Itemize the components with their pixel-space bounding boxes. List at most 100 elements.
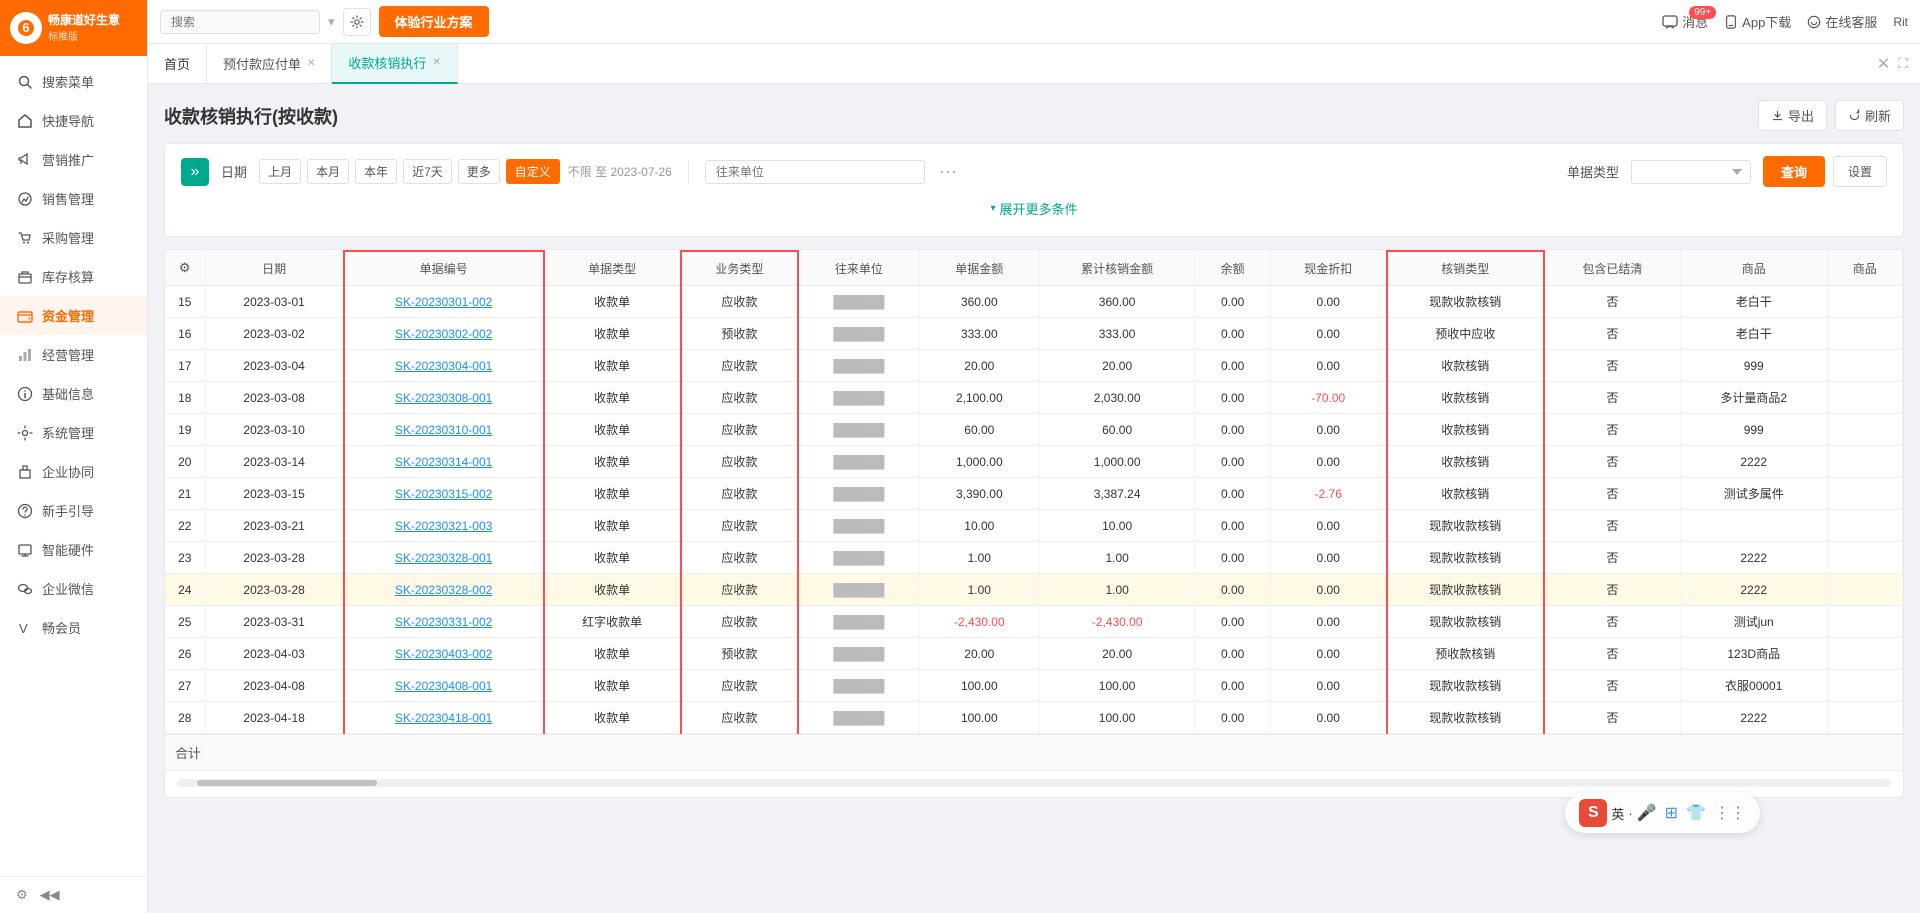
search-input[interactable] bbox=[160, 10, 320, 34]
doc-no-cell[interactable]: SK-20230328-001 bbox=[344, 542, 544, 574]
doc-no-cell[interactable]: SK-20230315-002 bbox=[344, 478, 544, 510]
more-filters-dots[interactable]: ··· bbox=[939, 161, 957, 182]
doc-type-cell: 收款单 bbox=[544, 702, 681, 734]
biz-type-cell: 应收款 bbox=[681, 542, 798, 574]
doc-no-cell[interactable]: SK-20230321-003 bbox=[344, 510, 544, 542]
sidebar-item-marketing[interactable]: 营销推广 bbox=[0, 140, 147, 179]
sidebar-item-member[interactable]: V 畅会员 bbox=[0, 608, 147, 647]
seq-cell: 20 bbox=[165, 446, 205, 478]
verified-cell: 1.00 bbox=[1039, 574, 1195, 606]
th-gear[interactable]: ⚙ bbox=[165, 251, 205, 286]
system-icon bbox=[16, 424, 34, 442]
sidebar-item-wechat[interactable]: 企业微信 bbox=[0, 569, 147, 608]
doc-no-cell[interactable]: SK-20230331-002 bbox=[344, 606, 544, 638]
doc-type-cell: 收款单 bbox=[544, 510, 681, 542]
sidebar-item-enterprise[interactable]: 企业协同 bbox=[0, 452, 147, 491]
seq-cell: 23 bbox=[165, 542, 205, 574]
horizontal-scrollbar[interactable] bbox=[177, 779, 1891, 787]
more-btn[interactable]: 更多 bbox=[458, 159, 500, 184]
sidebar-item-label: 新手引导 bbox=[42, 501, 94, 520]
shirt-icon[interactable]: 👕 bbox=[1686, 803, 1706, 823]
doc-no-cell[interactable]: SK-20230304-001 bbox=[344, 350, 544, 382]
this-month-btn[interactable]: 本月 bbox=[307, 159, 349, 184]
sidebar-item-guide[interactable]: 新手引导 bbox=[0, 491, 147, 530]
filter-toggle-button[interactable]: » bbox=[181, 158, 209, 186]
member-icon: V bbox=[16, 619, 34, 637]
query-button[interactable]: 查询 bbox=[1763, 156, 1825, 187]
doc-no-cell[interactable]: SK-20230308-001 bbox=[344, 382, 544, 414]
this-year-btn[interactable]: 本年 bbox=[355, 159, 397, 184]
type-select[interactable] bbox=[1631, 160, 1751, 184]
last-7days-btn[interactable]: 近7天 bbox=[403, 159, 452, 184]
date-cell: 2023-03-28 bbox=[205, 574, 344, 606]
partner-cell: ██████ bbox=[798, 382, 919, 414]
seq-cell: 18 bbox=[165, 382, 205, 414]
expand-more-filters[interactable]: ▾ 展开更多条件 bbox=[984, 193, 1083, 224]
collapse-icon[interactable]: ◀◀ bbox=[40, 887, 60, 903]
messages-button[interactable]: 消息 99+ bbox=[1662, 12, 1708, 31]
sidebar-item-basic[interactable]: 基础信息 bbox=[0, 374, 147, 413]
balance-cell: 0.00 bbox=[1195, 446, 1270, 478]
product-cell: 测试多属件 bbox=[1680, 478, 1827, 510]
tab-prepay-close[interactable]: ✕ bbox=[307, 58, 315, 69]
service-button[interactable]: 在线客服 bbox=[1807, 12, 1877, 31]
custom-btn[interactable]: 自定义 bbox=[506, 159, 560, 184]
verified-cell: 1,000.00 bbox=[1039, 446, 1195, 478]
grid-icon[interactable]: ⊞ bbox=[1665, 803, 1678, 823]
th-partner: 往来单位 bbox=[798, 251, 919, 286]
close-all-tabs-button[interactable]: ✕ bbox=[1877, 54, 1890, 74]
main-area: ▾ 体验行业方案 消息 99+ App下载 在线客服 Rit bbox=[148, 0, 1920, 913]
sidebar-item-quicknav[interactable]: 快捷导航 bbox=[0, 101, 147, 140]
sidebar-item-operation[interactable]: 经营管理 bbox=[0, 335, 147, 374]
sidebar-item-purchase[interactable]: 采购管理 bbox=[0, 218, 147, 257]
sidebar-item-system[interactable]: 系统管理 bbox=[0, 413, 147, 452]
sidebar-item-sales[interactable]: 销售管理 bbox=[0, 179, 147, 218]
date-cell: 2023-03-08 bbox=[205, 382, 344, 414]
divider bbox=[688, 160, 689, 184]
th-verified: 累计核销金额 bbox=[1039, 251, 1195, 286]
tab-prepay[interactable]: 预付款应付单 ✕ bbox=[207, 44, 332, 84]
discount-cell: 0.00 bbox=[1270, 670, 1386, 702]
sidebar-item-inventory[interactable]: 库存核算 bbox=[0, 257, 147, 296]
app-download-button[interactable]: App下载 bbox=[1724, 12, 1791, 31]
sidebar-item-label: 畅会员 bbox=[42, 618, 81, 637]
doc-no-cell[interactable]: SK-20230403-002 bbox=[344, 638, 544, 670]
tab-collection-close[interactable]: ✕ bbox=[432, 57, 440, 68]
scrollbar-thumb[interactable] bbox=[197, 780, 377, 786]
sidebar-item-hardware[interactable]: 智能硬件 bbox=[0, 530, 147, 569]
grid2-icon[interactable]: ⋮⋮ bbox=[1714, 803, 1746, 823]
date-cell: 2023-04-08 bbox=[205, 670, 344, 702]
doc-no-cell[interactable]: SK-20230418-001 bbox=[344, 702, 544, 734]
settings-icon[interactable]: ⚙ bbox=[16, 887, 28, 903]
doc-no-cell[interactable]: SK-20230302-002 bbox=[344, 318, 544, 350]
doc-no-cell[interactable]: SK-20230301-002 bbox=[344, 286, 544, 318]
doc-type-cell: 收款单 bbox=[544, 350, 681, 382]
hardware-icon bbox=[16, 541, 34, 559]
th-cancel-type: 核销类型 bbox=[1387, 251, 1544, 286]
expand-tabs-button[interactable]: ⛶ bbox=[1898, 55, 1908, 72]
partner-input[interactable] bbox=[705, 160, 925, 184]
doc-no-cell[interactable]: SK-20230408-001 bbox=[344, 670, 544, 702]
doc-no-cell[interactable]: SK-20230314-001 bbox=[344, 446, 544, 478]
refresh-button[interactable]: 刷新 bbox=[1835, 100, 1904, 131]
amount-cell: 20.00 bbox=[919, 638, 1039, 670]
tab-collection[interactable]: 收款核销执行 ✕ bbox=[332, 44, 457, 84]
seq-cell: 21 bbox=[165, 478, 205, 510]
product-cell: 123D商品 bbox=[1680, 638, 1827, 670]
gear-button[interactable] bbox=[343, 8, 371, 36]
sidebar-item-finance[interactable]: 资金管理 bbox=[0, 296, 147, 335]
sidebar-item-label: 销售管理 bbox=[42, 189, 94, 208]
tab-home[interactable]: 首页 bbox=[148, 44, 207, 84]
export-button[interactable]: 导出 bbox=[1758, 100, 1827, 131]
product2-cell bbox=[1827, 318, 1902, 350]
type-filter-label: 单据类型 bbox=[1567, 162, 1619, 181]
svg-text:6: 6 bbox=[22, 20, 29, 35]
last-month-btn[interactable]: 上月 bbox=[259, 159, 301, 184]
mic-icon[interactable]: 🎤 bbox=[1637, 803, 1657, 823]
doc-no-cell[interactable]: SK-20230328-002 bbox=[344, 574, 544, 606]
setting-button[interactable]: 设置 bbox=[1833, 156, 1887, 187]
doc-no-cell[interactable]: SK-20230310-001 bbox=[344, 414, 544, 446]
topbar: ▾ 体验行业方案 消息 99+ App下载 在线客服 Rit bbox=[148, 0, 1920, 44]
sidebar-item-search[interactable]: 搜索菜单 bbox=[0, 62, 147, 101]
solution-button[interactable]: 体验行业方案 bbox=[379, 6, 489, 37]
